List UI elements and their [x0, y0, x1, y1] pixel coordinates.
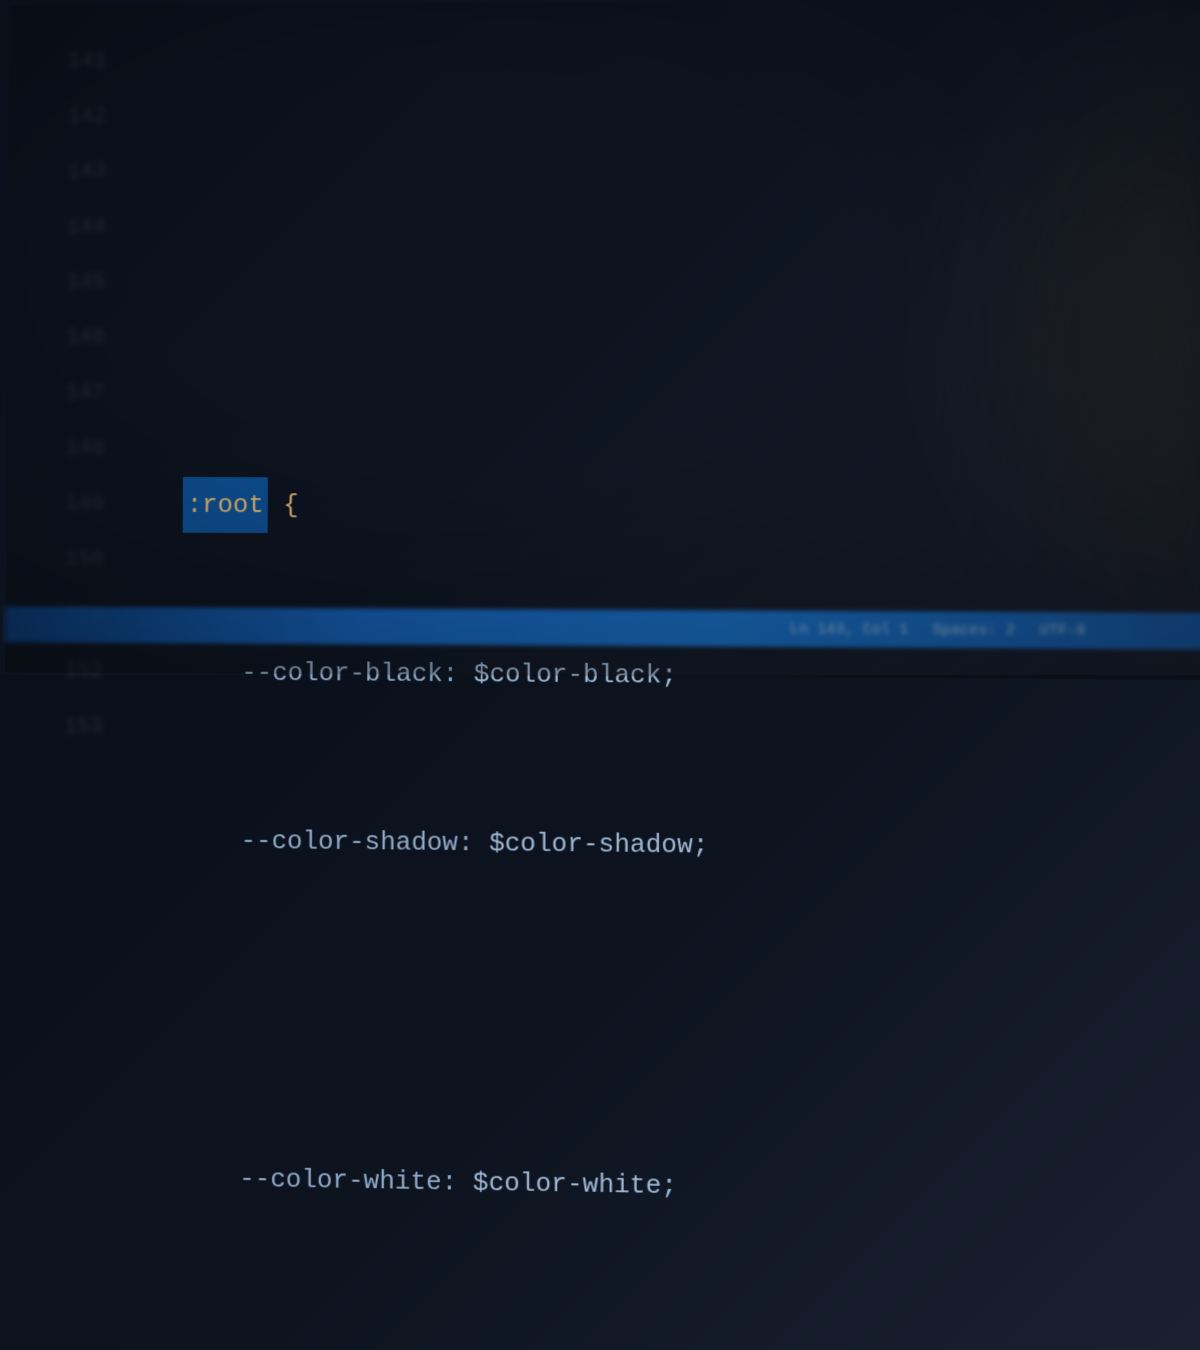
line-number: 148	[46, 421, 105, 477]
code-line: --color-shadow: $color-shadow;	[181, 812, 1185, 879]
line-number: 145	[47, 255, 106, 310]
css-value: $color-white	[473, 1154, 661, 1214]
line-number: 152	[44, 644, 103, 700]
css-value: $color-shadow	[489, 815, 693, 874]
code-line-selector: :root {	[183, 477, 1184, 537]
cursor-position[interactable]: Ln 143, Col 1	[790, 620, 908, 638]
line-number-gutter: 141 142 143 144 145 146 147 148 149 150 …	[44, 34, 107, 756]
code-content[interactable]: :root { --color-black: $color-black; --c…	[175, 28, 1192, 1350]
line-number: 147	[46, 366, 105, 422]
line-number: 144	[47, 200, 106, 255]
line-number: 149	[45, 477, 104, 533]
css-property: --color-black	[241, 645, 443, 702]
code-line: --color-white: $color-white;	[180, 1150, 1187, 1224]
status-bar[interactable]: Ln 143, Col 1 Spaces: 2 UTF-8	[5, 607, 1200, 650]
line-number: 142	[48, 89, 107, 144]
css-property: --color-shadow	[241, 813, 458, 871]
line-number: 143	[47, 144, 106, 199]
line-number: 150	[45, 532, 104, 588]
code-line	[184, 140, 1181, 199]
css-selector: :root	[183, 477, 268, 533]
code-line: --color-black: $color-black;	[182, 644, 1184, 707]
indentation-info[interactable]: Spaces: 2	[933, 621, 1015, 639]
line-number: 146	[46, 310, 105, 365]
code-line-empty	[179, 1319, 1188, 1350]
line-number: 141	[48, 34, 107, 89]
code-line	[184, 310, 1183, 367]
code-line-empty	[180, 981, 1186, 1051]
open-brace: {	[283, 477, 299, 533]
css-property: --color-white	[239, 1151, 442, 1211]
code-editor[interactable]: 141 142 143 144 145 146 147 148 149 150 …	[5, 0, 1200, 680]
line-number: 153	[44, 699, 103, 755]
encoding-info[interactable]: UTF-8	[1039, 622, 1085, 640]
